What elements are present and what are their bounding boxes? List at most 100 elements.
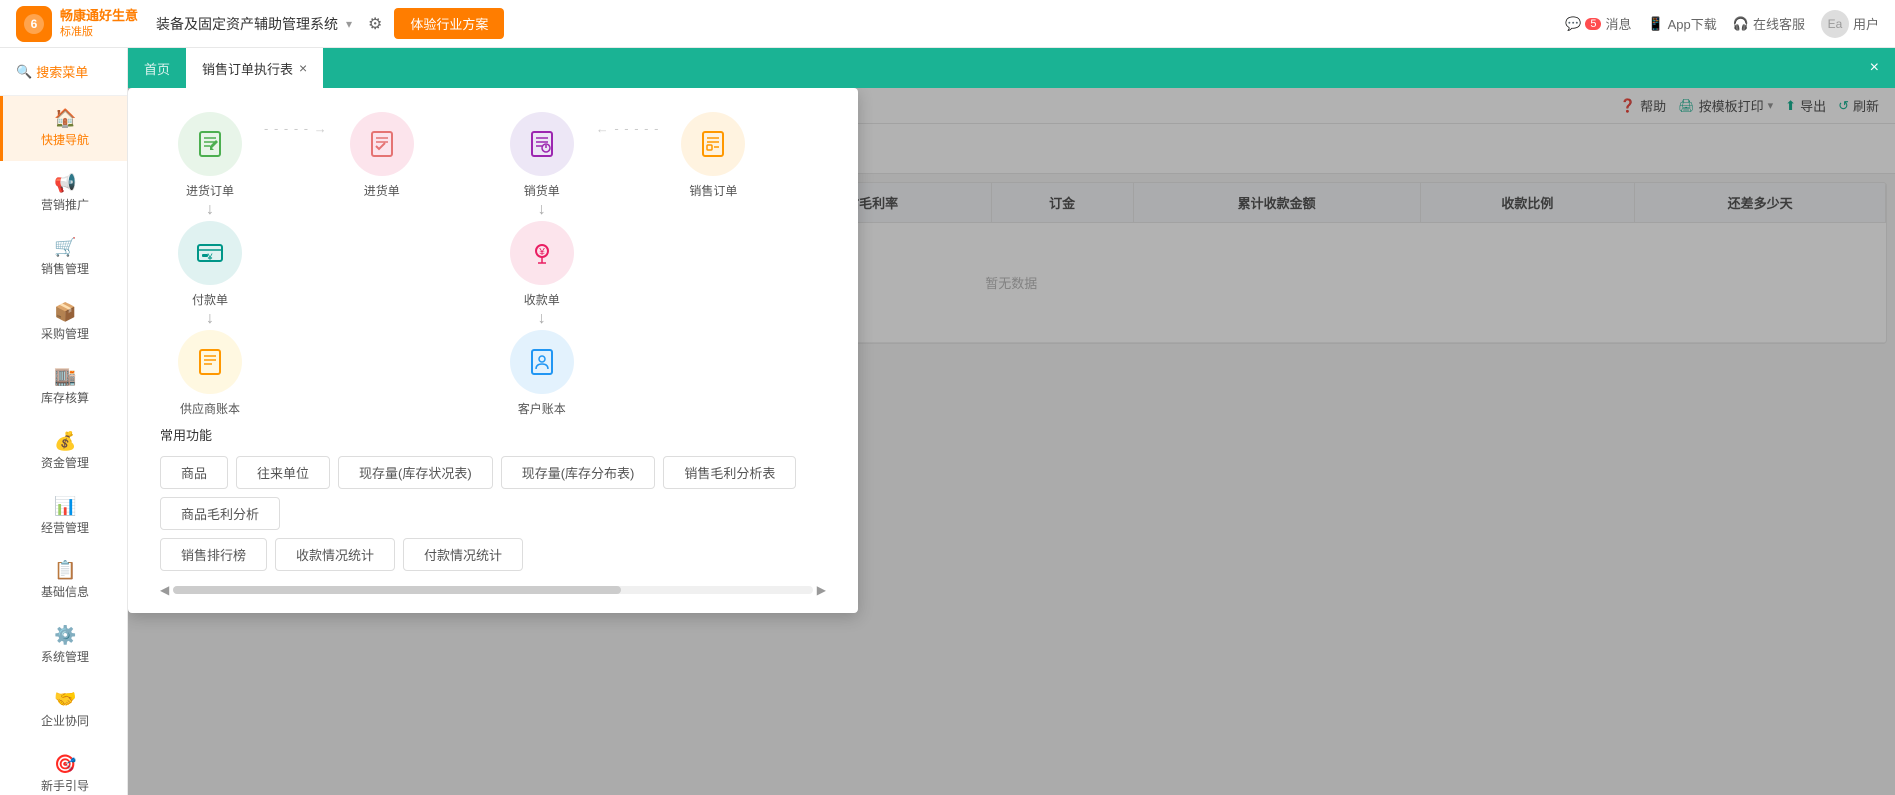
message-label: 消息: [1605, 14, 1631, 33]
sidebar-item-quick-nav[interactable]: 🏠 快捷导航: [0, 96, 127, 161]
message-item[interactable]: 💬 5 消息: [1565, 14, 1631, 33]
sidebar-item-operation[interactable]: 📊 经营管理: [0, 484, 127, 549]
scroll-left-icon[interactable]: ◀: [160, 583, 169, 597]
arrow-down-2: ↓: [538, 201, 546, 219]
svg-text:¥: ¥: [206, 252, 213, 262]
func-btn-7[interactable]: 收款情况统计: [275, 538, 395, 571]
search-menu-button[interactable]: 🔍 搜索菜单: [8, 58, 119, 85]
tab-spacer: [323, 48, 1853, 88]
sidebar-item-marketing[interactable]: 📢 营销推广: [0, 161, 127, 226]
common-functions: 常用功能 商品 往来单位 现存量(库存状况表) 现存量(库存分布表) 销售毛利分…: [160, 425, 826, 571]
phone-icon: 📱: [1647, 16, 1663, 32]
sidebar: 🔍 搜索菜单 🏠 快捷导航 📢 营销推广 🛒 销售管理 📦: [0, 48, 128, 795]
tab-home[interactable]: 首页: [128, 48, 186, 88]
sidebar-item-purchase[interactable]: 📦 采购管理: [0, 290, 127, 355]
search-icon: 🔍: [16, 64, 32, 80]
func-btn-4[interactable]: 销售毛利分析表: [663, 456, 796, 489]
func-btn-2[interactable]: 现存量(库存状况表): [338, 456, 493, 489]
logo-area: 6 畅康通好生意 标准版: [16, 6, 144, 42]
logo-icon: 6: [16, 6, 52, 42]
quick-nav-icon: 🏠: [54, 108, 76, 129]
flow-connector-1: - - - - - →: [260, 112, 332, 270]
sidebar-item-inventory[interactable]: 🏬 库存核算: [0, 354, 127, 419]
top-bar: 6 畅康通好生意 标准版 装备及固定资产辅助管理系统 ▾ ⚙ 体验行业方案 💬 …: [0, 0, 1895, 48]
func-btn-1[interactable]: 往来单位: [236, 456, 330, 489]
message-icon: 💬: [1565, 16, 1581, 32]
circle-purchase-order: [178, 112, 242, 176]
func-btn-0[interactable]: 商品: [160, 456, 228, 489]
flow-purchase-col: 进货单: [332, 112, 432, 199]
func-btns-row2: 销售排行榜 收款情况统计 付款情况统计: [160, 538, 826, 571]
tab-bar-close-button[interactable]: ×: [1854, 48, 1895, 88]
svg-text:¥: ¥: [538, 247, 545, 258]
sidebar-item-label: 资金管理: [41, 456, 89, 472]
message-badge: 5: [1585, 18, 1601, 30]
top-bar-center: 装备及固定资产辅助管理系统 ▾ ⚙ 体验行业方案: [144, 8, 1565, 39]
corp-icon: 🤝: [54, 689, 76, 710]
circle-sales-bill: [510, 112, 574, 176]
modal-scrollbar: ◀ ▶: [160, 583, 826, 597]
node-customer-account[interactable]: 客户账本: [492, 330, 592, 417]
node-payment-bill[interactable]: ¥ 付款单: [160, 221, 260, 308]
main-area: 🔍 搜索菜单 🏠 快捷导航 📢 营销推广 🛒 销售管理 📦: [0, 48, 1895, 795]
sidebar-item-label: 企业协同: [41, 714, 89, 730]
sales-icon: 🛒: [54, 237, 76, 258]
finance-icon: 💰: [54, 431, 76, 452]
sidebar-item-corp[interactable]: 🤝 企业协同: [0, 677, 127, 742]
tab-close-icon[interactable]: ×: [299, 60, 307, 76]
sidebar-item-label: 销售管理: [41, 262, 89, 278]
scrollbar-thumb: [173, 586, 621, 594]
purchase-icon: 📦: [54, 302, 76, 323]
settings-icon[interactable]: ⚙: [368, 14, 382, 34]
sidebar-item-label: 营销推广: [41, 198, 89, 214]
sidebar-item-label: 新手引导: [41, 779, 89, 795]
quick-nav-modal: 进货订单 ↓ ¥ 付款单: [128, 88, 858, 613]
marketing-icon: 📢: [54, 173, 76, 194]
circle-receipt-bill: ¥: [510, 221, 574, 285]
scroll-right-icon[interactable]: ▶: [817, 583, 826, 597]
sidebar-item-label: 经营管理: [41, 521, 89, 537]
guide-icon: 🎯: [54, 754, 76, 775]
sidebar-item-finance[interactable]: 💰 资金管理: [0, 419, 127, 484]
sidebar-items: 🏠 快捷导航 📢 营销推广 🛒 销售管理 📦 采购管理 🏬 库存核: [0, 96, 127, 795]
node-supplier-account[interactable]: 供应商账本: [160, 330, 260, 417]
func-btn-3[interactable]: 现存量(库存分布表): [501, 456, 656, 489]
sidebar-item-sales[interactable]: 🛒 销售管理: [0, 225, 127, 290]
service-icon: 🎧: [1733, 16, 1749, 32]
sidebar-item-basic[interactable]: 📋 基础信息: [0, 548, 127, 613]
func-btn-6[interactable]: 销售排行榜: [160, 538, 267, 571]
func-btn-5[interactable]: 商品毛利分析: [160, 497, 280, 530]
svg-text:6: 6: [31, 17, 38, 31]
node-sales-bill[interactable]: 销货单: [492, 112, 592, 199]
sidebar-item-system[interactable]: ⚙️ 系统管理: [0, 613, 127, 678]
system-icon: ⚙️: [54, 625, 76, 646]
system-dropdown[interactable]: ▾: [346, 17, 352, 31]
app-download-item[interactable]: 📱 App下载: [1647, 14, 1716, 33]
trial-button[interactable]: 体验行业方案: [394, 8, 504, 39]
arrow-down-1: ↓: [206, 201, 214, 219]
func-btn-8[interactable]: 付款情况统计: [403, 538, 523, 571]
tab-sales-exec[interactable]: 销售订单执行表 ×: [186, 48, 323, 88]
circle-supplier-account: [178, 330, 242, 394]
online-service-item[interactable]: 🎧 在线客服: [1733, 14, 1805, 33]
sidebar-item-guide[interactable]: 🎯 新手引导: [0, 742, 127, 795]
scrollbar-track[interactable]: [173, 586, 813, 594]
node-sales-order[interactable]: 销售订单: [663, 112, 763, 199]
sidebar-item-label: 采购管理: [41, 327, 89, 343]
user-item[interactable]: Ea 用户: [1821, 10, 1879, 38]
logo-text: 畅康通好生意 标准版: [60, 8, 138, 39]
basic-icon: 📋: [54, 560, 76, 581]
top-bar-right: 💬 5 消息 📱 App下载 🎧 在线客服 Ea 用户: [1565, 10, 1879, 38]
sidebar-item-label: 库存核算: [41, 391, 89, 407]
circle-sales-order: [681, 112, 745, 176]
node-purchase-bill[interactable]: 进货单: [332, 112, 432, 199]
flow-diagram: 进货订单 ↓ ¥ 付款单: [160, 112, 826, 417]
app-container: 6 畅康通好生意 标准版 装备及固定资产辅助管理系统 ▾ ⚙ 体验行业方案 💬 …: [0, 0, 1895, 795]
modal-overlay[interactable]: 进货订单 ↓ ¥ 付款单: [128, 88, 1895, 795]
node-purchase-order[interactable]: 进货订单: [160, 112, 260, 199]
sidebar-search: 🔍 搜索菜单: [0, 48, 127, 96]
arrow-down-3: ↓: [206, 310, 214, 328]
circle-customer-account: [510, 330, 574, 394]
node-receipt-bill[interactable]: ¥ 收款单: [492, 221, 592, 308]
avatar: Ea: [1821, 10, 1849, 38]
